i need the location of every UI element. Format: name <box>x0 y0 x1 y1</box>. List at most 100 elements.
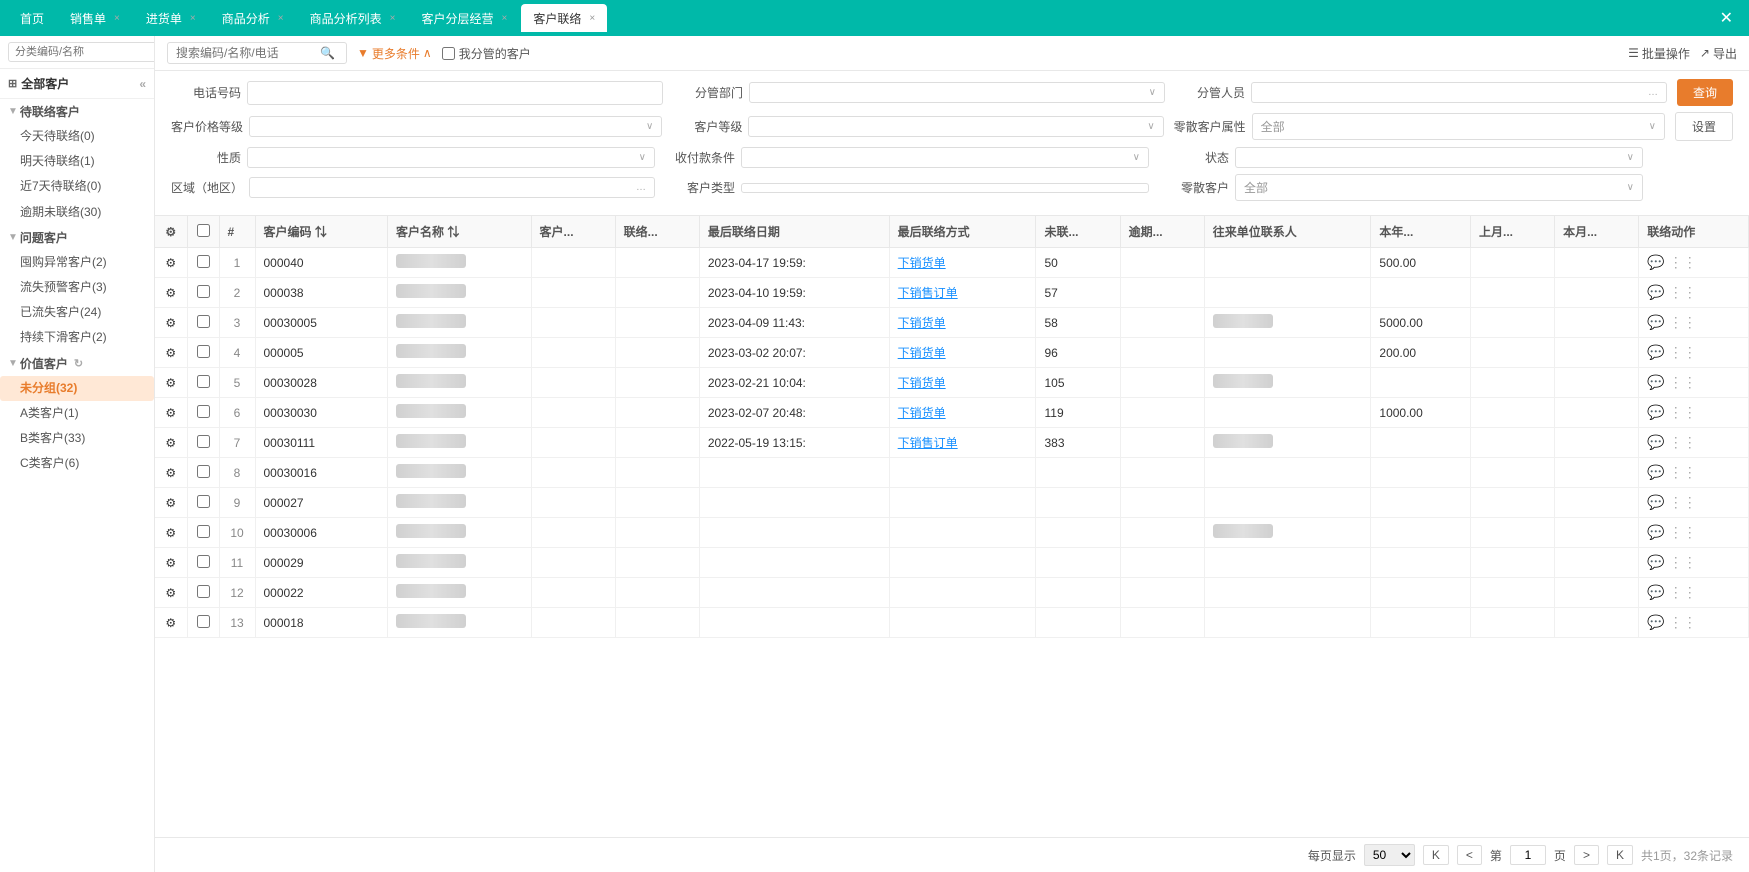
close-icon[interactable]: × <box>589 13 595 24</box>
sidebar-item-7days[interactable]: 近7天待联络(0) <box>0 174 154 199</box>
td-last-method[interactable]: 下销货单 <box>889 308 1036 338</box>
status-select[interactable]: ∨ <box>1235 147 1643 168</box>
chat-icon[interactable]: 💬 <box>1647 404 1664 421</box>
td-gear[interactable]: ⚙ <box>155 278 187 308</box>
select-all-checkbox[interactable] <box>197 224 210 237</box>
td-check[interactable] <box>187 518 219 548</box>
th-type[interactable]: 客户... <box>531 216 615 248</box>
more-actions-icon[interactable]: ⋮⋮ <box>1669 434 1697 451</box>
th-name[interactable]: 客户名称 ⇅ <box>388 216 532 248</box>
method-link[interactable]: 下销货单 <box>898 316 946 330</box>
more-actions-icon[interactable]: ⋮⋮ <box>1669 344 1697 361</box>
th-last-month[interactable]: 上月... <box>1471 216 1555 248</box>
more-actions-icon[interactable]: ⋮⋮ <box>1669 464 1697 481</box>
td-check[interactable] <box>187 608 219 638</box>
chat-icon[interactable]: 💬 <box>1647 344 1664 361</box>
td-gear[interactable]: ⚙ <box>155 578 187 608</box>
sidebar-item-overdue[interactable]: 逾期未联络(30) <box>0 200 154 225</box>
sidebar-item-tomorrow[interactable]: 明天待联络(1) <box>0 149 154 174</box>
chat-icon[interactable]: 💬 <box>1647 464 1664 481</box>
sidebar-all-customers[interactable]: ⊞ 全部客户 « <box>0 69 154 99</box>
th-last-date[interactable]: 最后联络日期 <box>699 216 889 248</box>
phone-input[interactable] <box>247 81 663 105</box>
td-check[interactable] <box>187 368 219 398</box>
customer-level-select[interactable]: ∨ <box>748 116 1163 137</box>
sidebar-item-a-class[interactable]: A类客户(1) <box>0 401 154 426</box>
td-check[interactable] <box>187 398 219 428</box>
tab-purchase[interactable]: 进货单 × <box>134 4 208 32</box>
close-icon[interactable]: × <box>501 13 507 24</box>
sidebar-item-c-class[interactable]: C类客户(6) <box>0 451 154 476</box>
th-overdue[interactable]: 逾期... <box>1120 216 1204 248</box>
td-gear[interactable]: ⚙ <box>155 608 187 638</box>
nav-home[interactable]: 首页 <box>8 10 56 27</box>
refresh-icon[interactable]: ↻ <box>74 357 83 370</box>
tab-customer-contact[interactable]: 客户联络 × <box>521 4 607 32</box>
chat-icon[interactable]: 💬 <box>1647 314 1664 331</box>
method-link[interactable]: 下销售订单 <box>898 286 958 300</box>
method-link[interactable]: 下销货单 <box>898 346 946 360</box>
close-icon[interactable]: × <box>190 13 196 24</box>
my-customers-checkbox[interactable]: 我分管的客户 <box>442 45 531 62</box>
td-gear[interactable]: ⚙ <box>155 488 187 518</box>
td-gear[interactable]: ⚙ <box>155 458 187 488</box>
td-last-method[interactable]: 下销货单 <box>889 338 1036 368</box>
td-gear[interactable]: ⚙ <box>155 428 187 458</box>
td-gear[interactable]: ⚙ <box>155 368 187 398</box>
th-unit-contact[interactable]: 往来单位联系人 <box>1204 216 1371 248</box>
first-page-button[interactable]: K <box>1423 845 1449 865</box>
td-last-method[interactable] <box>889 608 1036 638</box>
td-last-method[interactable]: 下销货单 <box>889 398 1036 428</box>
more-icon[interactable]: … <box>636 182 646 193</box>
td-last-method[interactable]: 下销货单 <box>889 368 1036 398</box>
td-check[interactable] <box>187 338 219 368</box>
per-page-select[interactable]: 50 100 <box>1364 844 1415 866</box>
more-actions-icon[interactable]: ⋮⋮ <box>1669 584 1697 601</box>
td-gear[interactable]: ⚙ <box>155 308 187 338</box>
td-gear[interactable]: ⚙ <box>155 248 187 278</box>
more-actions-icon[interactable]: ⋮⋮ <box>1669 374 1697 391</box>
sidebar-item-churn-warning[interactable]: 流失预警客户(3) <box>0 275 154 300</box>
collapse-icon[interactable]: « <box>139 77 146 91</box>
tab-product-list[interactable]: 商品分析列表 × <box>298 4 408 32</box>
sidebar-item-abnormal[interactable]: 囤购异常客户(2) <box>0 250 154 275</box>
search-icon[interactable]: 🔍 <box>320 46 335 60</box>
chat-icon[interactable]: 💬 <box>1647 434 1664 451</box>
chat-icon[interactable]: 💬 <box>1647 524 1664 541</box>
td-check[interactable] <box>187 548 219 578</box>
th-unlinked[interactable]: 未联... <box>1036 216 1120 248</box>
more-actions-icon[interactable]: ⋮⋮ <box>1669 494 1697 511</box>
method-link[interactable]: 下销售订单 <box>898 436 958 450</box>
query-button[interactable]: 查询 <box>1677 79 1733 106</box>
more-actions-icon[interactable]: ⋮⋮ <box>1669 554 1697 571</box>
chat-icon[interactable]: 💬 <box>1647 374 1664 391</box>
more-actions-icon[interactable]: ⋮⋮ <box>1669 254 1697 271</box>
tab-product-analysis[interactable]: 商品分析 × <box>210 4 296 32</box>
chat-icon[interactable]: 💬 <box>1647 494 1664 511</box>
prev-page-button[interactable]: < <box>1457 845 1482 865</box>
td-last-method[interactable] <box>889 548 1036 578</box>
sidebar-group-problem[interactable]: ▼ 问题客户 <box>0 225 154 250</box>
td-check[interactable] <box>187 278 219 308</box>
method-link[interactable]: 下销货单 <box>898 406 946 420</box>
th-last-method[interactable]: 最后联络方式 <box>889 216 1036 248</box>
batch-operations-button[interactable]: ☰ 批量操作 <box>1628 45 1690 62</box>
td-gear[interactable]: ⚙ <box>155 518 187 548</box>
nature-select[interactable]: ∨ <box>247 147 655 168</box>
more-conditions-button[interactable]: ▼ 更多条件 ∧ <box>357 45 432 62</box>
window-close-button[interactable]: ✕ <box>1712 8 1741 28</box>
chat-icon[interactable]: 💬 <box>1647 614 1664 631</box>
chat-icon[interactable]: 💬 <box>1647 284 1664 301</box>
filter-search-box[interactable]: 🔍 <box>167 42 347 64</box>
th-this-month[interactable]: 本月... <box>1555 216 1639 248</box>
sidebar-item-declining[interactable]: 持续下滑客户(2) <box>0 325 154 350</box>
th-year[interactable]: 本年... <box>1371 216 1471 248</box>
td-check[interactable] <box>187 488 219 518</box>
th-gear[interactable]: ⚙ <box>155 216 187 248</box>
export-button[interactable]: ↗ 导出 <box>1700 45 1737 62</box>
td-last-method[interactable]: 下销售订单 <box>889 278 1036 308</box>
th-code[interactable]: 客户编码 ⇅ <box>255 216 388 248</box>
td-check[interactable] <box>187 248 219 278</box>
person-select[interactable]: … <box>1251 82 1667 103</box>
tab-customer-segment[interactable]: 客户分层经营 × <box>409 4 519 32</box>
